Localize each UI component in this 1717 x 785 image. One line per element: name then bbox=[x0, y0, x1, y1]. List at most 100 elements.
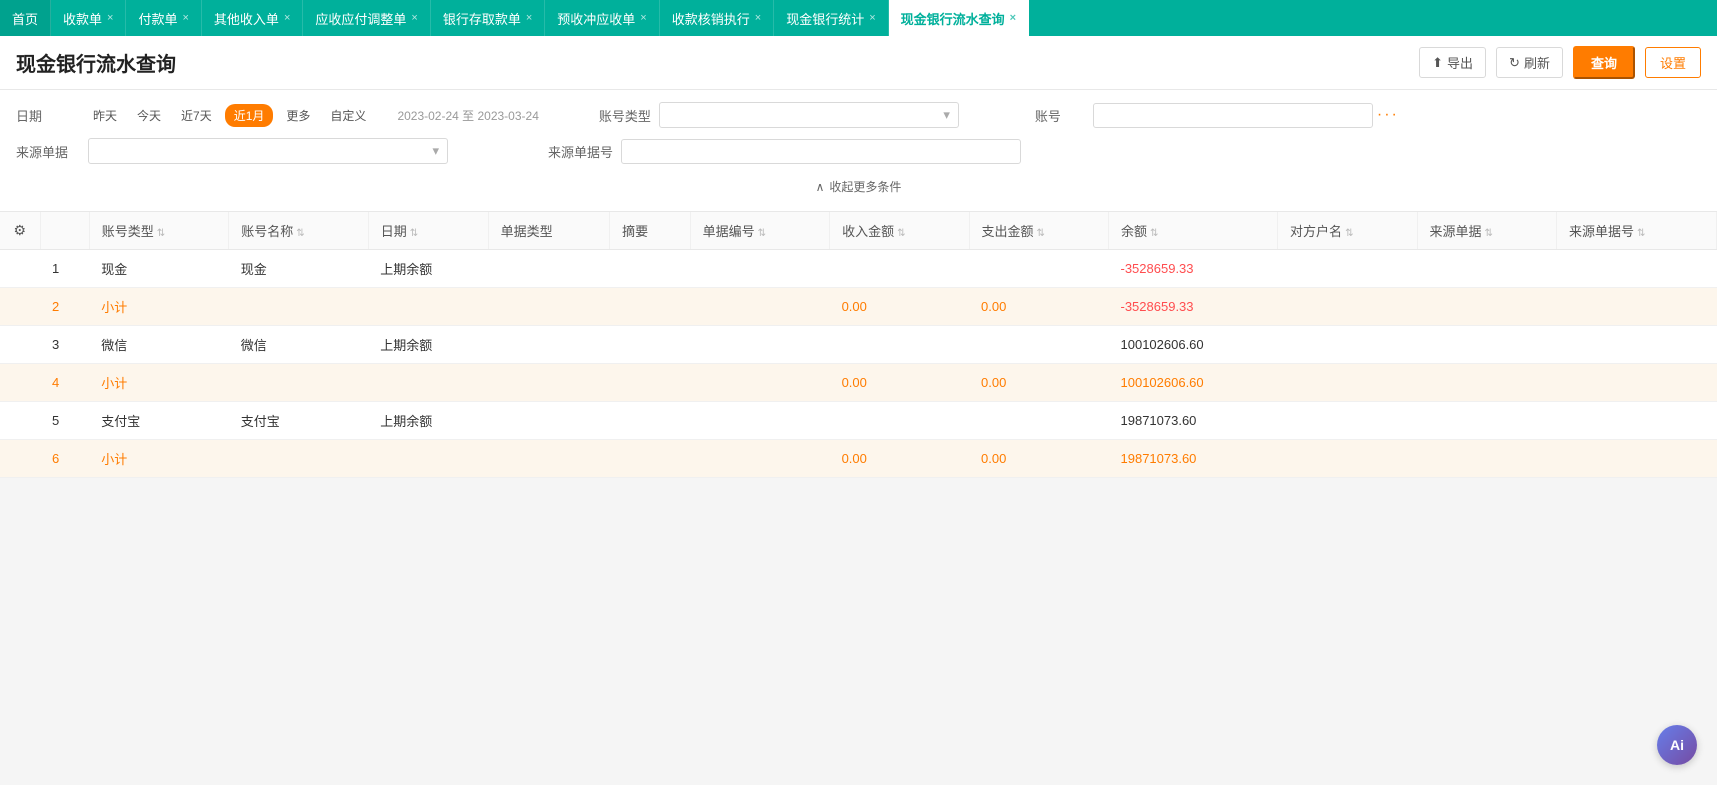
table-row[interactable]: 3微信微信上期余额100102606.60 bbox=[0, 326, 1717, 364]
nav-item-receivable-adjust[interactable]: 应收应付调整单× bbox=[303, 0, 430, 36]
cell-source-doc-no bbox=[1556, 288, 1716, 326]
cell-doc-type bbox=[488, 250, 610, 288]
cell-balance: -3528659.33 bbox=[1109, 250, 1278, 288]
refresh-button[interactable]: ↻ 刷新 bbox=[1496, 47, 1563, 78]
nav-item-cash-bank-stats[interactable]: 现金银行统计× bbox=[774, 0, 888, 36]
cell-income: 0.00 bbox=[830, 440, 969, 478]
date-shortcut-near1m[interactable]: 近1月 bbox=[225, 104, 274, 127]
cell-summary bbox=[610, 440, 690, 478]
source-doc-label: 来源单据 bbox=[16, 142, 68, 161]
cell-account-name bbox=[229, 440, 368, 478]
col-account-name[interactable]: 账号名称⇅ bbox=[229, 212, 368, 250]
cell-doc-type bbox=[488, 326, 610, 364]
col-counterpart[interactable]: 对方户名⇅ bbox=[1278, 212, 1417, 250]
export-icon: ⬆ bbox=[1432, 55, 1443, 71]
date-shortcut-today[interactable]: 今天 bbox=[130, 104, 168, 127]
nav-item-home[interactable]: 首页 bbox=[0, 0, 51, 36]
account-more-button[interactable]: ··· bbox=[1377, 106, 1399, 124]
nav-close-receipt[interactable]: × bbox=[107, 12, 113, 24]
table-row[interactable]: 1现金现金上期余额-3528659.33 bbox=[0, 250, 1717, 288]
nav-item-collection-exec[interactable]: 收款核销执行× bbox=[660, 0, 774, 36]
nav-item-advance-offset[interactable]: 预收冲应收单× bbox=[545, 0, 659, 36]
cell-summary bbox=[610, 402, 690, 440]
settings-button[interactable]: 设置 bbox=[1645, 47, 1701, 78]
cell-doc-type bbox=[488, 402, 610, 440]
account-type-select[interactable]: ▾ bbox=[659, 102, 959, 128]
cell-num: 3 bbox=[40, 326, 89, 364]
cell-balance: 19871073.60 bbox=[1109, 440, 1278, 478]
account-input[interactable] bbox=[1093, 103, 1373, 128]
cell-doc-type bbox=[488, 288, 610, 326]
cell-summary bbox=[610, 364, 690, 402]
cell-income: 0.00 bbox=[830, 364, 969, 402]
cell-summary bbox=[610, 326, 690, 364]
cell-counterpart bbox=[1278, 326, 1417, 364]
table-row[interactable]: 5支付宝支付宝上期余额19871073.60 bbox=[0, 402, 1717, 440]
table-row[interactable]: 6小计0.000.0019871073.60 bbox=[0, 440, 1717, 478]
nav-item-cash-bank-flow[interactable]: 现金银行流水查询× bbox=[889, 0, 1029, 36]
nav-close-advance-offset[interactable]: × bbox=[640, 12, 646, 24]
col-source-doc-no[interactable]: 来源单据号⇅ bbox=[1556, 212, 1716, 250]
cell-source-doc-no bbox=[1556, 440, 1716, 478]
cell-income bbox=[830, 402, 969, 440]
cell-source-doc-no bbox=[1556, 250, 1716, 288]
header-row: ⚙ 账号类型⇅ 账号名称⇅ 日期⇅ 单据类型 摘要 单据编号⇅ 收入金额⇅ 支出… bbox=[0, 212, 1717, 250]
col-doc-no[interactable]: 单据编号⇅ bbox=[690, 212, 829, 250]
col-date[interactable]: 日期⇅ bbox=[368, 212, 488, 250]
nav-close-cash-bank-stats[interactable]: × bbox=[869, 12, 875, 24]
source-doc-no-label: 来源单据号 bbox=[548, 142, 613, 161]
date-shortcut-yesterday[interactable]: 昨天 bbox=[86, 104, 124, 127]
cell-income bbox=[830, 250, 969, 288]
date-shortcut-custom[interactable]: 自定义 bbox=[323, 104, 373, 127]
source-doc-select[interactable]: ▾ bbox=[88, 138, 448, 164]
col-income[interactable]: 收入金额⇅ bbox=[830, 212, 969, 250]
col-source-doc[interactable]: 来源单据⇅ bbox=[1417, 212, 1556, 250]
sort-icon-doc-no: ⇅ bbox=[758, 228, 766, 239]
collapse-bar[interactable]: ∧ 收起更多条件 bbox=[16, 174, 1701, 203]
cell-source-doc bbox=[1417, 440, 1556, 478]
export-button[interactable]: ⬆ 导出 bbox=[1419, 47, 1486, 78]
cell-account-type: 小计 bbox=[89, 440, 228, 478]
col-expense[interactable]: 支出金额⇅ bbox=[969, 212, 1108, 250]
nav-close-payment[interactable]: × bbox=[182, 12, 188, 24]
header-actions: ⬆ 导出 ↻ 刷新 查询 设置 bbox=[1419, 46, 1701, 79]
cell-doc-no bbox=[690, 288, 829, 326]
nav-item-payment[interactable]: 付款单× bbox=[126, 0, 201, 36]
table-row[interactable]: 2小计0.000.00-3528659.33 bbox=[0, 288, 1717, 326]
sort-icon-account-name: ⇅ bbox=[296, 228, 304, 239]
nav-close-cash-bank-flow[interactable]: × bbox=[1010, 12, 1016, 24]
cell-expense: 0.00 bbox=[969, 364, 1108, 402]
source-doc-no-input[interactable] bbox=[621, 139, 1021, 164]
nav-item-bank-deposit[interactable]: 银行存取款单× bbox=[431, 0, 545, 36]
nav-close-bank-deposit[interactable]: × bbox=[526, 12, 532, 24]
collapse-label: 收起更多条件 bbox=[829, 178, 901, 195]
cell-source-doc bbox=[1417, 250, 1556, 288]
refresh-icon: ↻ bbox=[1509, 55, 1520, 71]
col-balance[interactable]: 余额⇅ bbox=[1109, 212, 1278, 250]
cell-balance: 100102606.60 bbox=[1109, 326, 1278, 364]
nav-close-collection-exec[interactable]: × bbox=[755, 12, 761, 24]
cell-balance: -3528659.33 bbox=[1109, 288, 1278, 326]
col-settings[interactable]: ⚙ bbox=[0, 212, 40, 250]
cell-doc-type bbox=[488, 364, 610, 402]
nav-close-receivable-adjust[interactable]: × bbox=[411, 12, 417, 24]
ai-assistant-button[interactable]: Ai bbox=[1657, 725, 1697, 765]
table-row[interactable]: 4小计0.000.00100102606.60 bbox=[0, 364, 1717, 402]
date-shortcut-more[interactable]: 更多 bbox=[279, 104, 317, 127]
cell-doc-type bbox=[488, 440, 610, 478]
query-button[interactable]: 查询 bbox=[1573, 46, 1635, 79]
top-nav: 首页收款单×付款单×其他收入单×应收应付调整单×银行存取款单×预收冲应收单×收款… bbox=[0, 0, 1717, 36]
gear-icon[interactable]: ⚙ bbox=[13, 222, 26, 238]
nav-item-receipt[interactable]: 收款单× bbox=[51, 0, 126, 36]
page-header: 现金银行流水查询 ⬆ 导出 ↻ 刷新 查询 设置 bbox=[0, 36, 1717, 90]
col-account-type[interactable]: 账号类型⇅ bbox=[89, 212, 228, 250]
data-table: ⚙ 账号类型⇅ 账号名称⇅ 日期⇅ 单据类型 摘要 单据编号⇅ 收入金额⇅ 支出… bbox=[0, 212, 1717, 478]
cell-source-doc bbox=[1417, 288, 1556, 326]
cell-expense bbox=[969, 326, 1108, 364]
date-shortcut-near7[interactable]: 近7天 bbox=[174, 104, 219, 127]
nav-item-other-income[interactable]: 其他收入单× bbox=[202, 0, 303, 36]
cell-balance: 19871073.60 bbox=[1109, 402, 1278, 440]
sort-icon-source-doc-no: ⇅ bbox=[1637, 228, 1645, 239]
cell-doc-no bbox=[690, 440, 829, 478]
nav-close-other-income[interactable]: × bbox=[284, 12, 290, 24]
